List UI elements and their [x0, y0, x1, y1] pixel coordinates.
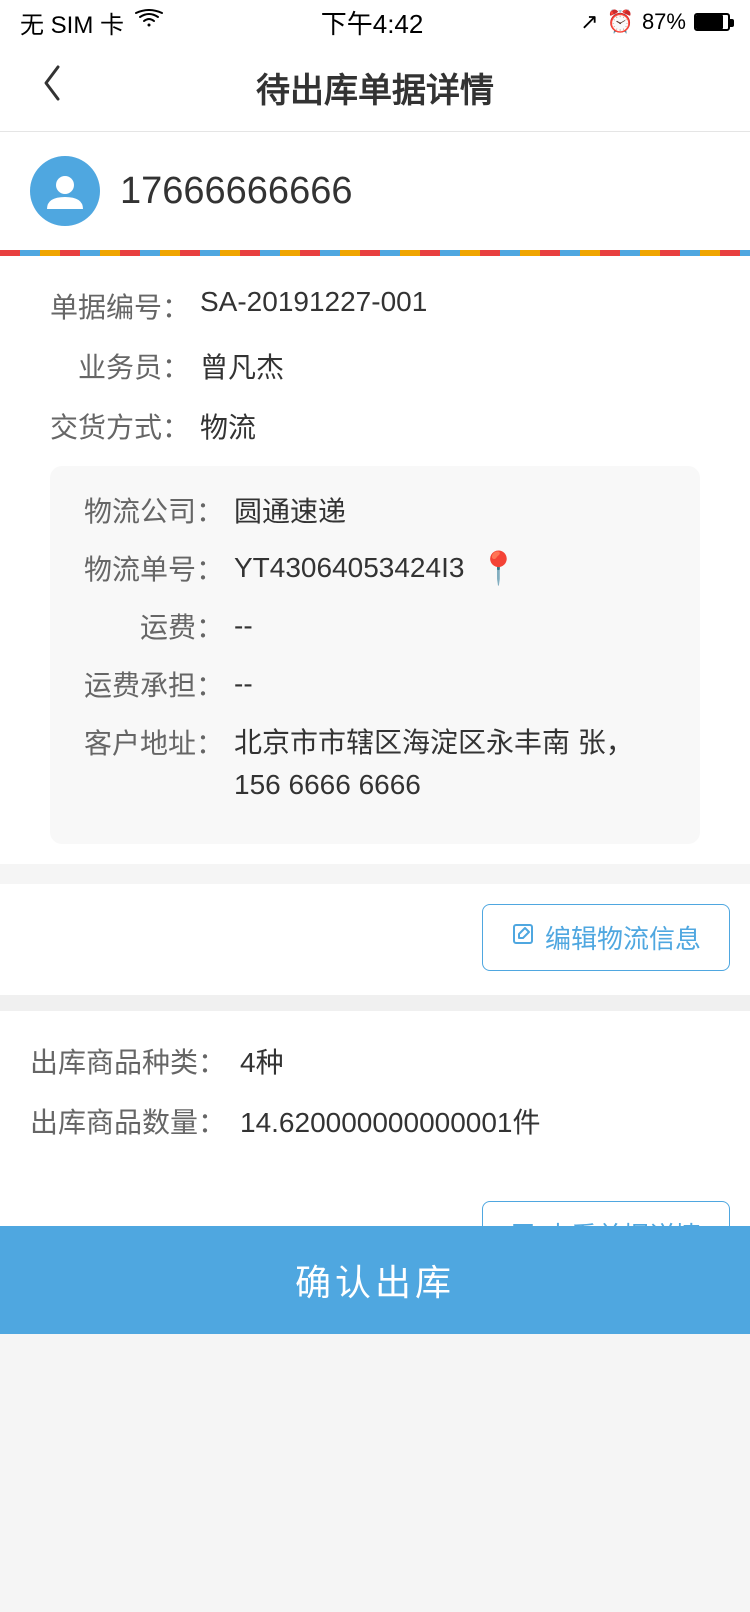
goods-quantity-value: 14.620000000000001件 — [240, 1101, 541, 1141]
status-left: 无 SIM 卡 — [20, 5, 164, 40]
edit-logistics-row: 编辑物流信息 — [0, 884, 750, 995]
logistics-tracking-label: 物流单号： — [74, 548, 224, 588]
salesman-row: 业务员： 曾凡杰 — [30, 346, 720, 386]
battery-icon — [694, 13, 730, 31]
document-number-value: SA-20191227-001 — [200, 286, 720, 318]
goods-quantity-label: 出库商品数量： — [30, 1101, 230, 1141]
goods-type-value: 4种 — [240, 1041, 284, 1081]
logistics-tracking-value: YT43064053424I3 📍 — [234, 549, 676, 587]
avatar — [30, 156, 100, 226]
document-number-row: 单据编号： SA-20191227-001 — [30, 286, 720, 326]
location-status-icon: ↗ — [580, 9, 598, 35]
freight-row: 运费： -- — [74, 606, 676, 646]
alarm-icon: ⏰ — [607, 9, 634, 35]
freight-value: -- — [234, 610, 676, 642]
logistics-tracking-row: 物流单号： YT43064053424I3 📍 — [74, 548, 676, 588]
salesman-label: 业务员： — [30, 346, 190, 386]
back-button[interactable] — [30, 53, 74, 122]
confirm-button-container: 确认出库 — [0, 1226, 750, 1334]
freight-bearer-label: 运费承担： — [74, 664, 224, 704]
confirm-button[interactable]: 确认出库 — [295, 1254, 455, 1306]
carrier-text: 无 SIM 卡 — [20, 5, 124, 40]
nav-bar: 待出库单据详情 — [0, 44, 750, 132]
battery-text: 87% — [642, 9, 686, 35]
document-info-section: 单据编号： SA-20191227-001 业务员： 曾凡杰 交货方式： 物流 … — [0, 256, 750, 864]
goods-section: 出库商品种类： 4种 出库商品数量： 14.620000000000001件 — [0, 1011, 750, 1181]
goods-type-row: 出库商品种类： 4种 — [30, 1041, 720, 1081]
address-value: 北京市市辖区海淀区永丰南 张，156 6666 6666 — [234, 722, 676, 806]
map-pin-icon[interactable]: 📍 — [478, 549, 518, 587]
freight-label: 运费： — [74, 606, 224, 646]
edit-icon — [511, 922, 535, 953]
customer-header: 17666666666 — [0, 132, 750, 250]
customer-phone: 17666666666 — [120, 170, 352, 213]
freight-bearer-row: 运费承担： -- — [74, 664, 676, 704]
logistics-company-row: 物流公司： 圆通速递 — [74, 490, 676, 530]
delivery-label: 交货方式： — [30, 406, 190, 446]
edit-logistics-button[interactable]: 编辑物流信息 — [482, 904, 730, 971]
delivery-row: 交货方式： 物流 — [30, 406, 720, 446]
status-bar: 无 SIM 卡 下午4:42 ↗ ⏰ 87% — [0, 0, 750, 44]
logistics-card: 物流公司： 圆通速递 物流单号： YT43064053424I3 📍 运费： -… — [50, 466, 700, 844]
address-label: 客户地址： — [74, 722, 224, 762]
logistics-company-value: 圆通速递 — [234, 490, 676, 530]
status-right: ↗ ⏰ 87% — [580, 9, 730, 35]
address-row: 客户地址： 北京市市辖区海淀区永丰南 张，156 6666 6666 — [74, 722, 676, 806]
goods-quantity-row: 出库商品数量： 14.620000000000001件 — [30, 1101, 720, 1141]
page-title: 待出库单据详情 — [256, 63, 494, 112]
delivery-value: 物流 — [200, 406, 720, 446]
logistics-company-label: 物流公司： — [74, 490, 224, 530]
document-number-label: 单据编号： — [30, 286, 190, 326]
section-divider-1 — [0, 995, 750, 1011]
edit-logistics-label: 编辑物流信息 — [545, 919, 701, 956]
wifi-icon — [134, 8, 164, 36]
goods-type-label: 出库商品种类： — [30, 1041, 230, 1081]
freight-bearer-value: -- — [234, 668, 676, 700]
salesman-value: 曾凡杰 — [200, 346, 720, 386]
status-time: 下午4:42 — [321, 4, 424, 41]
